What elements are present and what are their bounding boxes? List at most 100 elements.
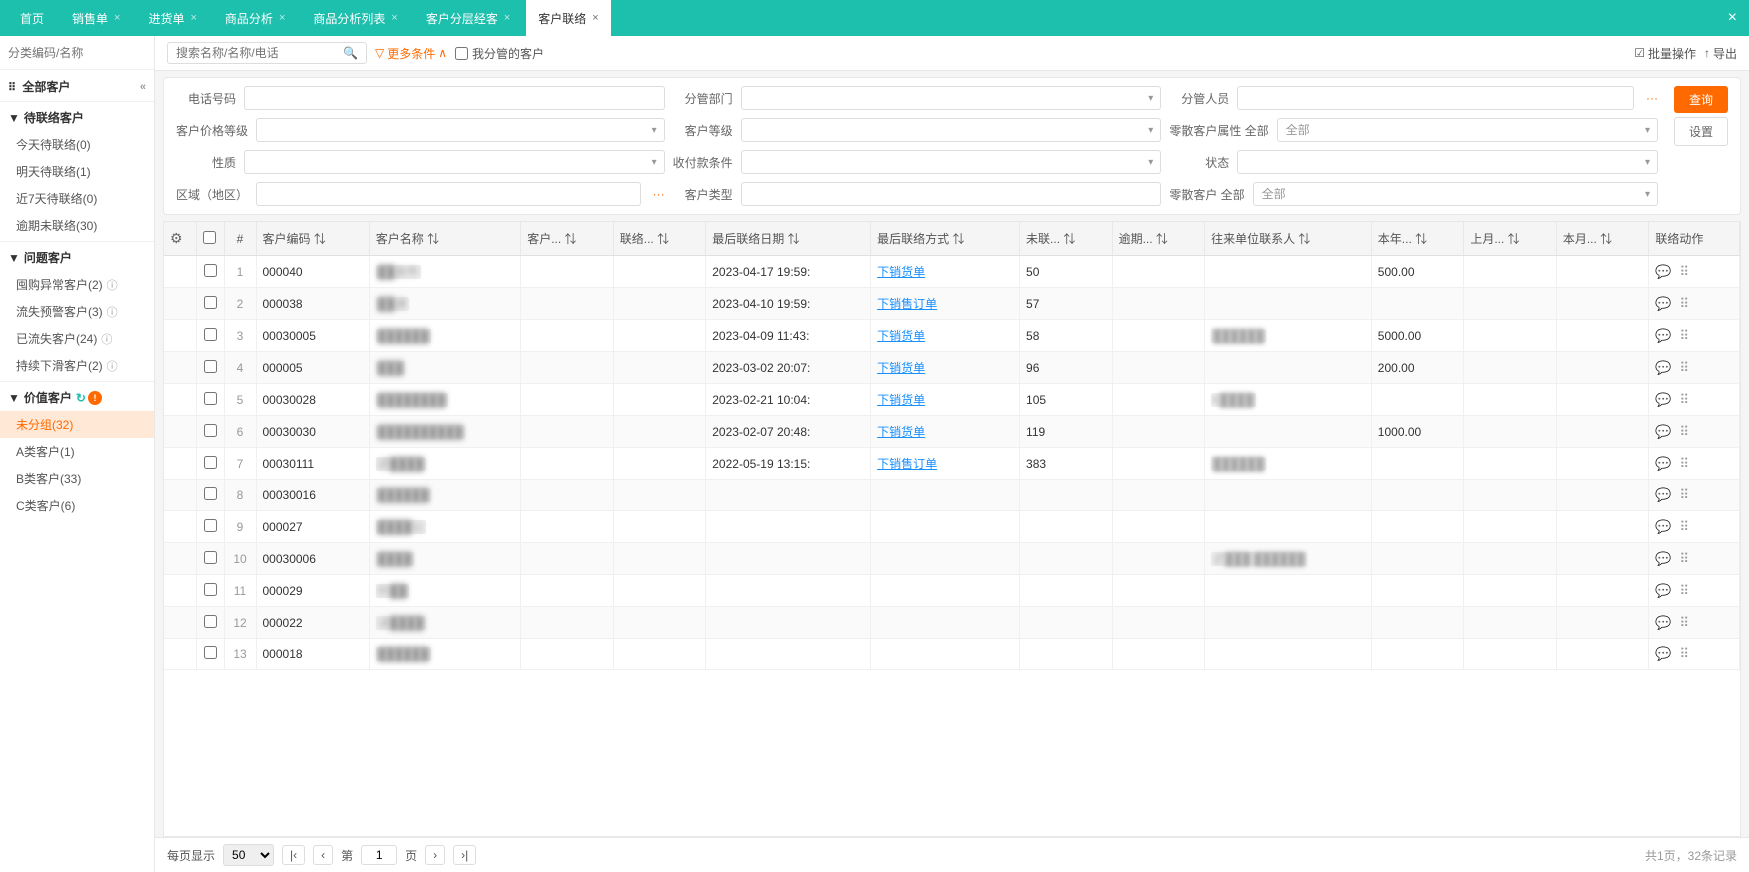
close-sales-icon[interactable]: × — [114, 12, 120, 24]
sidebar-item-7days[interactable]: 近7天待联络(0) — [0, 185, 154, 212]
grid-icon[interactable]: ⠿ — [1680, 264, 1690, 280]
company-contact-col-header[interactable]: 往来单位联系人 ⇅ — [1205, 222, 1372, 256]
value-customers-header[interactable]: ▼ 价值客户 ↻ ! — [0, 384, 154, 411]
contact-method-link[interactable]: 下销货单 — [877, 329, 925, 343]
settings-icon[interactable]: ⚙ — [170, 230, 183, 246]
chat-icon[interactable]: 💬 — [1655, 360, 1671, 376]
filter-retail-customer-select[interactable]: 全部 — [1253, 182, 1658, 206]
nav-customer-contact[interactable]: 客户联络 × — [526, 0, 610, 36]
this-year-col-header[interactable]: 本年... ⇅ — [1371, 222, 1464, 256]
nav-product-analysis[interactable]: 商品分析 × — [213, 0, 297, 36]
page-size-select[interactable]: 50 20 100 — [223, 844, 274, 866]
last-contact-method-col-header[interactable]: 最后联络方式 ⇅ — [871, 222, 1020, 256]
page-number-input[interactable] — [361, 845, 397, 865]
sidebar-item-b-class[interactable]: B类客户(33) — [0, 465, 154, 492]
grid-icon[interactable]: ⠿ — [1680, 328, 1690, 344]
row-checkbox[interactable] — [204, 583, 217, 596]
my-customers-checkbox-label[interactable]: 我分管的客户 — [455, 45, 544, 62]
row-last-contact-method[interactable]: 下销货单 — [871, 352, 1020, 384]
grid-icon[interactable]: ⠿ — [1680, 360, 1690, 376]
filter-customer-level-select[interactable] — [741, 118, 1162, 142]
all-customers-header[interactable]: ⠿ 全部客户 « — [0, 70, 154, 99]
sidebar-item-a-class[interactable]: A类客户(1) — [0, 438, 154, 465]
row-checkbox[interactable] — [204, 392, 217, 405]
contact-method-link[interactable]: 下销货单 — [877, 265, 925, 279]
nav-close-all-icon[interactable]: × — [1728, 9, 1737, 27]
nav-product-analysis-list[interactable]: 商品分析列表 × — [301, 0, 409, 36]
chat-icon[interactable]: 💬 — [1655, 551, 1671, 567]
grid-icon[interactable]: ⠿ — [1680, 519, 1690, 535]
this-month-col-header[interactable]: 本月... ⇅ — [1556, 222, 1649, 256]
export-btn[interactable]: ↑ 导出 — [1704, 45, 1737, 62]
row-checkbox[interactable] — [204, 519, 217, 532]
chat-icon[interactable]: 💬 — [1655, 646, 1671, 662]
sidebar-item-overdue[interactable]: 逾期未联络(30) — [0, 212, 154, 239]
sidebar-item-c-class[interactable]: C类客户(6) — [0, 492, 154, 519]
row-checkbox[interactable] — [204, 328, 217, 341]
chat-icon[interactable]: 💬 — [1655, 456, 1671, 472]
filter-more-btn[interactable]: ▽ 更多条件 ∧ — [375, 45, 447, 62]
close-purchase-icon[interactable]: × — [190, 12, 196, 24]
row-last-contact-method[interactable]: 下销货单 — [871, 384, 1020, 416]
row-last-contact-method[interactable]: 下销货单 — [871, 320, 1020, 352]
filter-phone-input[interactable] — [244, 86, 665, 110]
sidebar-item-tomorrow[interactable]: 明天待联络(1) — [0, 158, 154, 185]
row-checkbox[interactable] — [204, 296, 217, 309]
filter-dept-select[interactable] — [741, 86, 1162, 110]
row-checkbox[interactable] — [204, 456, 217, 469]
overdue-col-header[interactable]: 逾期... ⇅ — [1112, 222, 1205, 256]
last-page-btn[interactable]: ›| — [453, 845, 476, 865]
grid-icon[interactable]: ⠿ — [1680, 424, 1690, 440]
chat-icon[interactable]: 💬 — [1655, 615, 1671, 631]
select-all-checkbox[interactable] — [203, 231, 216, 244]
sidebar-search-input[interactable] — [8, 46, 155, 60]
sidebar-item-churn-warning[interactable]: 流失预警客户(3) ⓘ — [0, 298, 154, 325]
manager-more-icon[interactable]: ··· — [1646, 91, 1658, 105]
filter-retail-attr-select[interactable]: 全部 — [1277, 118, 1658, 142]
next-page-btn[interactable]: › — [425, 845, 445, 865]
sidebar-search-box[interactable]: 🔍 — [0, 36, 154, 70]
row-checkbox[interactable] — [204, 424, 217, 437]
code-col-header[interactable]: 客户编码 ⇅ — [256, 222, 369, 256]
contact-method-link[interactable]: 下销货单 — [877, 393, 925, 407]
search-icon[interactable]: 🔍 — [343, 46, 358, 60]
row-checkbox[interactable] — [204, 360, 217, 373]
chat-icon[interactable]: 💬 — [1655, 264, 1671, 280]
filter-manager-input[interactable] — [1237, 86, 1634, 110]
region-more-icon[interactable]: ··· — [653, 187, 665, 201]
sidebar-item-today[interactable]: 今天待联络(0) — [0, 131, 154, 158]
problem-customers-header[interactable]: ▼ 问题客户 — [0, 244, 154, 271]
row-last-contact-method[interactable]: 下销货单 — [871, 416, 1020, 448]
refresh-icon[interactable]: ↻ — [76, 391, 86, 405]
nav-purchase[interactable]: 进货单 × — [136, 0, 208, 36]
sidebar-item-declining[interactable]: 持续下滑客户(2) ⓘ — [0, 352, 154, 379]
close-customer-contact-icon[interactable]: × — [592, 12, 598, 24]
row-last-contact-method[interactable]: 下销售订单 — [871, 448, 1020, 480]
row-last-contact-method[interactable]: 下销货单 — [871, 256, 1020, 288]
nav-home[interactable]: 首页 — [8, 0, 56, 36]
chat-icon[interactable]: 💬 — [1655, 392, 1671, 408]
sidebar-item-churned[interactable]: 已流失客户(24) ⓘ — [0, 325, 154, 352]
nav-customer-segment[interactable]: 客户分层经客 × — [414, 0, 522, 36]
nav-sales[interactable]: 销售单 × — [60, 0, 132, 36]
filter-region-input[interactable] — [256, 182, 641, 206]
batch-operation-btn[interactable]: ☑ 批量操作 — [1634, 45, 1696, 62]
filter-price-level-select[interactable] — [256, 118, 665, 142]
type-col-header[interactable]: 客户... ⇅ — [521, 222, 614, 256]
row-checkbox[interactable] — [204, 551, 217, 564]
my-customers-checkbox[interactable] — [455, 47, 468, 60]
filter-payment-select[interactable] — [741, 150, 1162, 174]
search-box[interactable]: 🔍 — [167, 42, 367, 64]
chat-icon[interactable]: 💬 — [1655, 296, 1671, 312]
grid-icon[interactable]: ⠿ — [1680, 296, 1690, 312]
search-input[interactable] — [176, 46, 343, 60]
grid-icon[interactable]: ⠿ — [1680, 583, 1690, 599]
grid-icon[interactable]: ⠿ — [1680, 646, 1690, 662]
row-last-contact-method[interactable]: 下销售订单 — [871, 288, 1020, 320]
last-contact-date-col-header[interactable]: 最后联络日期 ⇅ — [706, 222, 871, 256]
close-product-analysis-icon[interactable]: × — [279, 12, 285, 24]
prev-page-btn[interactable]: ‹ — [313, 845, 333, 865]
chat-icon[interactable]: 💬 — [1655, 583, 1671, 599]
close-product-analysis-list-icon[interactable]: × — [391, 12, 397, 24]
chat-icon[interactable]: 💬 — [1655, 328, 1671, 344]
